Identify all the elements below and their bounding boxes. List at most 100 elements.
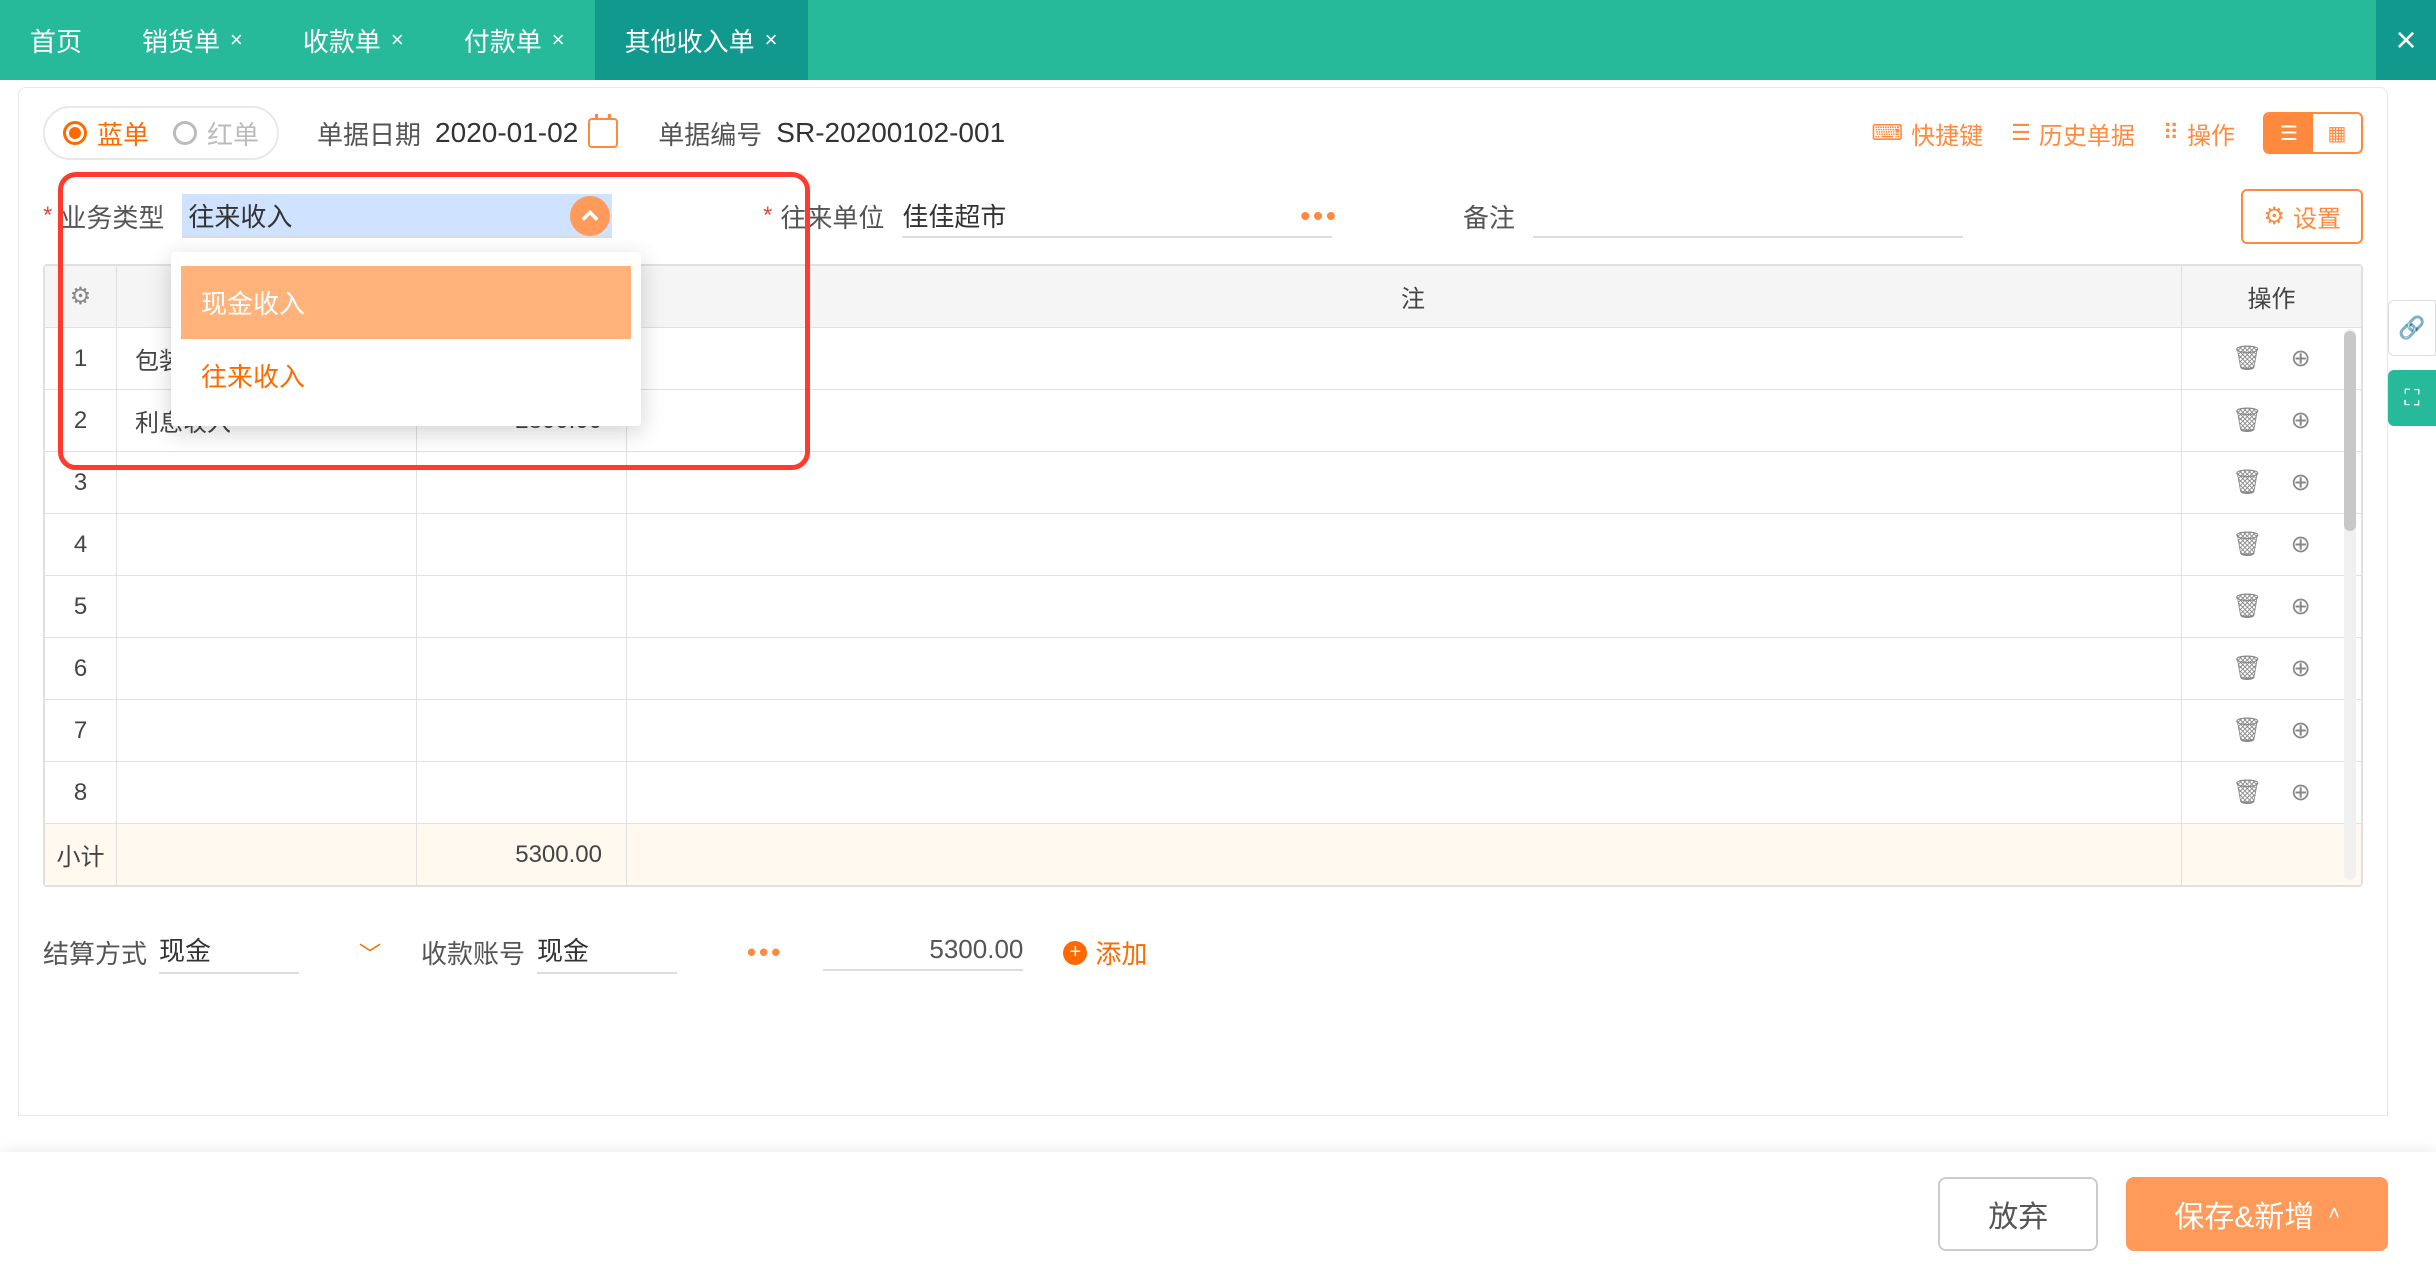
settle-method-field[interactable]: 结算方式 现金 ﹀ bbox=[43, 931, 381, 974]
delete-icon[interactable]: 🗑 bbox=[2232, 778, 2262, 807]
grid-icon: ⠿ bbox=[2163, 120, 2179, 146]
payment-row: 结算方式 现金 ﹀ 收款账号 现金 ••• 5300.00 +添加 bbox=[43, 931, 2363, 974]
shortcut-button[interactable]: ⌨ 快捷键 bbox=[1871, 116, 1983, 151]
row-amount[interactable] bbox=[417, 700, 627, 762]
delete-icon[interactable]: 🗑 bbox=[2232, 654, 2262, 683]
table-row[interactable]: 6 🗑 ⊕ bbox=[45, 638, 2362, 700]
delete-icon[interactable]: 🗑 bbox=[2232, 468, 2262, 497]
row-income[interactable] bbox=[117, 762, 417, 824]
row-remark[interactable] bbox=[627, 390, 2182, 452]
row-income[interactable] bbox=[117, 638, 417, 700]
row-index: 5 bbox=[45, 576, 117, 638]
add-row-icon[interactable]: ⊕ bbox=[2291, 654, 2311, 683]
add-row-icon[interactable]: ⊕ bbox=[2291, 592, 2311, 621]
more-icon[interactable]: ••• bbox=[747, 937, 783, 968]
account-field[interactable]: 收款账号 现金 ••• bbox=[421, 931, 783, 974]
close-icon[interactable]: × bbox=[230, 27, 243, 53]
row-income[interactable] bbox=[117, 700, 417, 762]
view-list[interactable]: ☰ bbox=[2265, 114, 2313, 152]
table-row[interactable]: 3🗑⊕ bbox=[45, 452, 2362, 514]
add-row-icon[interactable]: ⊕ bbox=[2291, 716, 2311, 745]
calendar-icon[interactable] bbox=[588, 118, 618, 148]
delete-icon[interactable]: 🗑 bbox=[2232, 344, 2262, 373]
table-row[interactable]: 8🗑⊕ bbox=[45, 762, 2362, 824]
settle-value: 现金 bbox=[159, 931, 299, 974]
row-ops: 🗑⊕ bbox=[2182, 514, 2362, 576]
tab-bar: 首页 销货单× 收款单× 付款单× 其他收入单× × bbox=[0, 0, 2436, 80]
tab-other-income[interactable]: 其他收入单× bbox=[595, 0, 808, 80]
row-remark[interactable] bbox=[627, 762, 2182, 824]
row-ops: 🗑⊕ bbox=[2182, 452, 2362, 514]
add-row-icon[interactable]: ⊕ bbox=[2291, 406, 2311, 435]
chevron-down-icon[interactable]: ﹀ bbox=[359, 937, 381, 969]
discard-button[interactable]: 放弃 bbox=[1938, 1177, 2098, 1251]
side-rail: 🔗 ⛶ bbox=[2388, 300, 2436, 426]
row-amount[interactable] bbox=[417, 638, 627, 700]
dropdown-item-ar[interactable]: 往来收入 bbox=[181, 339, 631, 412]
tab-sales[interactable]: 销货单× bbox=[112, 0, 273, 80]
save-button[interactable]: 保存&新增˄ bbox=[2126, 1177, 2388, 1251]
add-row-icon[interactable]: ⊕ bbox=[2291, 530, 2311, 559]
row-remark[interactable] bbox=[627, 328, 2182, 390]
history-button[interactable]: ☰历史单据 bbox=[2011, 116, 2135, 151]
close-icon[interactable]: × bbox=[765, 27, 778, 53]
keyboard-icon: ⌨ bbox=[1871, 120, 1903, 146]
close-icon[interactable]: × bbox=[552, 27, 565, 53]
row-amount[interactable] bbox=[417, 576, 627, 638]
close-icon[interactable]: × bbox=[391, 27, 404, 53]
tabbar-close-button[interactable]: × bbox=[2376, 0, 2436, 80]
code-value: SR-20200102-001 bbox=[776, 117, 1005, 149]
table-row[interactable]: 7🗑⊕ bbox=[45, 700, 2362, 762]
rail-expand-button[interactable]: ⛶ bbox=[2388, 370, 2436, 426]
row-income[interactable] bbox=[117, 576, 417, 638]
add-row-icon[interactable]: ⊕ bbox=[2291, 778, 2311, 807]
radio-dot-icon bbox=[63, 121, 87, 145]
delete-icon[interactable]: 🗑 bbox=[2232, 530, 2262, 559]
view-grid[interactable]: ▦ bbox=[2313, 114, 2361, 152]
party-input[interactable] bbox=[902, 194, 1332, 238]
radio-blue[interactable]: 蓝单 bbox=[63, 115, 149, 152]
settings-button[interactable]: ⚙设置 bbox=[2241, 189, 2363, 244]
delete-icon[interactable]: 🗑 bbox=[2232, 592, 2262, 621]
add-row-icon[interactable]: ⊕ bbox=[2291, 468, 2311, 497]
subtotal-value: 5300.00 bbox=[417, 824, 627, 886]
tab-receipt[interactable]: 收款单× bbox=[273, 0, 434, 80]
remark-input[interactable] bbox=[1533, 194, 1963, 238]
row-remark[interactable] bbox=[627, 514, 2182, 576]
row-amount[interactable] bbox=[417, 452, 627, 514]
row-remark[interactable] bbox=[627, 638, 2182, 700]
row-amount[interactable] bbox=[417, 514, 627, 576]
more-icon[interactable]: ••• bbox=[1300, 200, 1338, 232]
gear-icon: ⚙ bbox=[70, 283, 92, 310]
table-row[interactable]: 5🗑⊕ bbox=[45, 576, 2362, 638]
biz-type-input[interactable] bbox=[182, 194, 612, 238]
delete-icon[interactable]: 🗑 bbox=[2232, 406, 2262, 435]
row-remark[interactable] bbox=[627, 452, 2182, 514]
party-field: * 往来单位 ••• bbox=[763, 194, 1383, 238]
add-payment-button[interactable]: +添加 bbox=[1063, 934, 1147, 971]
ops-button[interactable]: ⠿ 操作 bbox=[2163, 116, 2235, 151]
header-gear[interactable]: ⚙ bbox=[45, 266, 117, 328]
row-remark[interactable] bbox=[627, 576, 2182, 638]
row-index: 4 bbox=[45, 514, 117, 576]
delete-icon[interactable]: 🗑 bbox=[2232, 716, 2262, 745]
row-income[interactable] bbox=[117, 452, 417, 514]
rail-link-button[interactable]: 🔗 bbox=[2388, 300, 2436, 356]
scrollbar-thumb[interactable] bbox=[2344, 331, 2356, 531]
dropdown-item-cash[interactable]: 现金收入 bbox=[181, 266, 631, 339]
table-row[interactable]: 4🗑⊕ bbox=[45, 514, 2362, 576]
tab-payment[interactable]: 付款单× bbox=[434, 0, 595, 80]
row-amount[interactable] bbox=[417, 762, 627, 824]
row-income[interactable] bbox=[117, 514, 417, 576]
date-value[interactable]: 2020-01-02 bbox=[435, 117, 578, 149]
tab-home[interactable]: 首页 bbox=[0, 0, 112, 80]
row-ops: 🗑⊕ bbox=[2182, 328, 2362, 390]
link-label: 快捷键 bbox=[1911, 116, 1983, 151]
row-ops: 🗑⊕ bbox=[2182, 576, 2362, 638]
payment-amount[interactable]: 5300.00 bbox=[823, 934, 1023, 971]
radio-red[interactable]: 红单 bbox=[173, 115, 259, 152]
add-row-icon[interactable]: ⊕ bbox=[2291, 344, 2311, 373]
row-index: 6 bbox=[45, 638, 117, 700]
link-label: 操作 bbox=[2187, 116, 2235, 151]
row-remark[interactable] bbox=[627, 700, 2182, 762]
